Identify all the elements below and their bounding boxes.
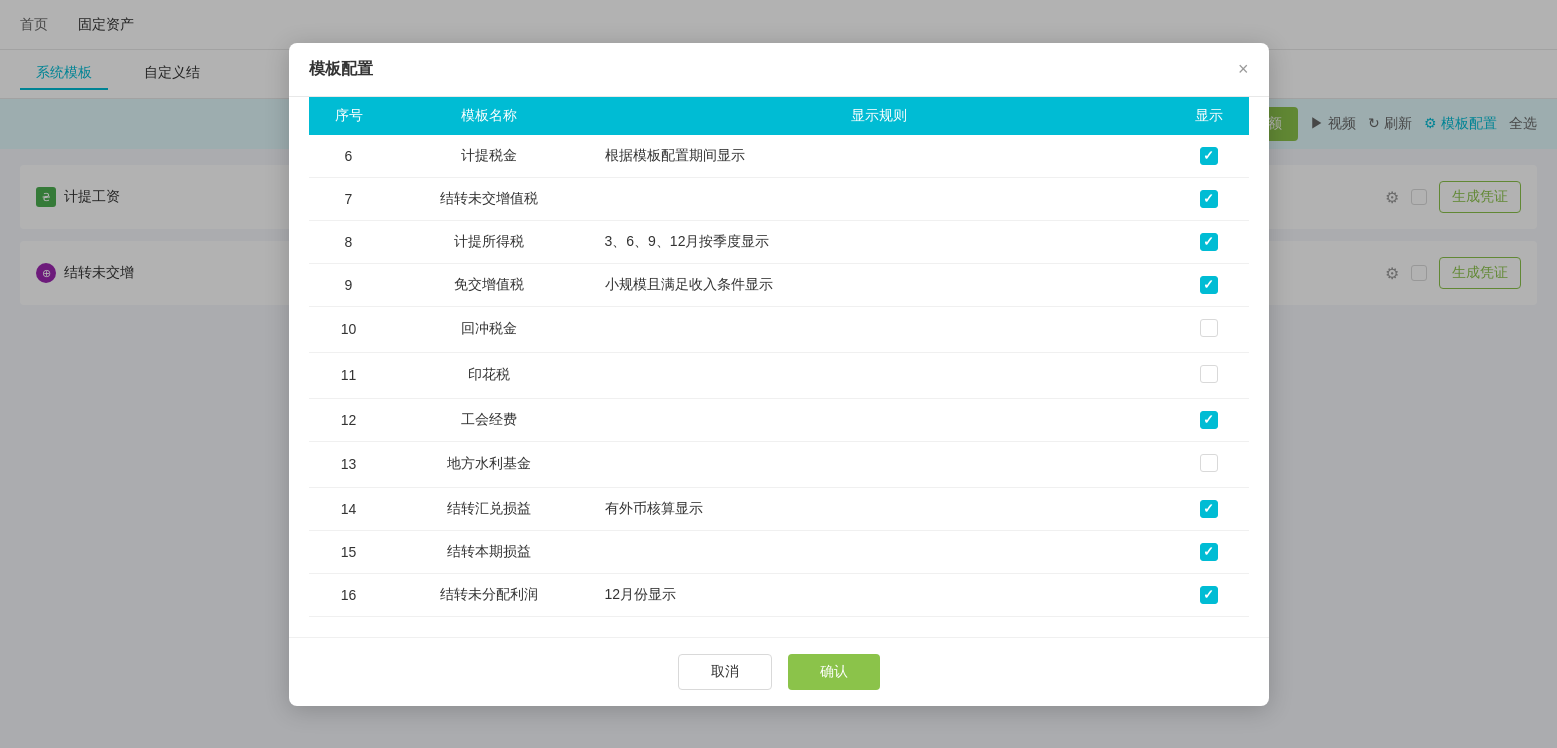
row-id-16: 16 (309, 573, 389, 616)
col-header-id: 序号 (309, 97, 389, 135)
row-rule-11 (589, 352, 1169, 398)
table-row: 16结转未分配利润12月份显示 (309, 573, 1249, 616)
modal-body[interactable]: 序号 模板名称 显示规则 显示 6计提税金根据模板配置期间显示7结转未交增值税8… (289, 97, 1269, 637)
checkbox-7[interactable] (1200, 190, 1218, 208)
col-header-rule: 显示规则 (589, 97, 1169, 135)
row-name-7: 结转未交增值税 (389, 177, 589, 220)
table-row: 14结转汇兑损益有外币核算显示 (309, 487, 1249, 530)
row-show-12[interactable] (1169, 398, 1249, 441)
modal-footer: 取消 确认 (289, 637, 1269, 706)
cancel-button[interactable]: 取消 (678, 654, 772, 690)
row-name-6: 计提税金 (389, 135, 589, 178)
row-rule-7 (589, 177, 1169, 220)
row-id-10: 10 (309, 306, 389, 352)
template-config-modal: 模板配置 × 序号 模板名称 显示规则 显示 6计提税金根据模板配置期间显示7结… (289, 43, 1269, 706)
table-row: 11印花税 (309, 352, 1249, 398)
row-id-11: 11 (309, 352, 389, 398)
row-rule-6: 根据模板配置期间显示 (589, 135, 1169, 178)
checkbox-8[interactable] (1200, 233, 1218, 251)
config-table: 序号 模板名称 显示规则 显示 6计提税金根据模板配置期间显示7结转未交增值税8… (309, 97, 1249, 617)
row-rule-12 (589, 398, 1169, 441)
row-name-16: 结转未分配利润 (389, 573, 589, 616)
checkbox-16[interactable] (1200, 586, 1218, 604)
checkbox-15[interactable] (1200, 543, 1218, 561)
table-row: 12工会经费 (309, 398, 1249, 441)
row-show-7[interactable] (1169, 177, 1249, 220)
row-rule-8: 3、6、9、12月按季度显示 (589, 220, 1169, 263)
row-id-12: 12 (309, 398, 389, 441)
confirm-button[interactable]: 确认 (788, 654, 880, 690)
row-id-8: 8 (309, 220, 389, 263)
col-header-name: 模板名称 (389, 97, 589, 135)
row-name-12: 工会经费 (389, 398, 589, 441)
table-row: 7结转未交增值税 (309, 177, 1249, 220)
row-name-8: 计提所得税 (389, 220, 589, 263)
row-rule-10 (589, 306, 1169, 352)
row-name-15: 结转本期损益 (389, 530, 589, 573)
row-rule-15 (589, 530, 1169, 573)
checkbox-9[interactable] (1200, 276, 1218, 294)
row-name-11: 印花税 (389, 352, 589, 398)
row-name-14: 结转汇兑损益 (389, 487, 589, 530)
modal-header: 模板配置 × (289, 43, 1269, 97)
checkbox-11[interactable] (1200, 365, 1218, 383)
checkbox-10[interactable] (1200, 319, 1218, 337)
checkbox-6[interactable] (1200, 147, 1218, 165)
row-show-13[interactable] (1169, 441, 1249, 487)
table-row: 9免交增值税小规模且满足收入条件显示 (309, 263, 1249, 306)
modal-title: 模板配置 (309, 59, 373, 80)
row-show-15[interactable] (1169, 530, 1249, 573)
row-id-7: 7 (309, 177, 389, 220)
row-show-8[interactable] (1169, 220, 1249, 263)
row-show-14[interactable] (1169, 487, 1249, 530)
row-id-6: 6 (309, 135, 389, 178)
row-rule-16: 12月份显示 (589, 573, 1169, 616)
row-id-9: 9 (309, 263, 389, 306)
table-body: 6计提税金根据模板配置期间显示7结转未交增值税8计提所得税3、6、9、12月按季… (309, 135, 1249, 617)
row-rule-14: 有外币核算显示 (589, 487, 1169, 530)
row-id-14: 14 (309, 487, 389, 530)
row-name-9: 免交增值税 (389, 263, 589, 306)
table-row: 6计提税金根据模板配置期间显示 (309, 135, 1249, 178)
table-row: 15结转本期损益 (309, 530, 1249, 573)
row-show-11[interactable] (1169, 352, 1249, 398)
row-rule-9: 小规模且满足收入条件显示 (589, 263, 1169, 306)
row-name-10: 回冲税金 (389, 306, 589, 352)
modal-close-button[interactable]: × (1238, 60, 1249, 78)
row-show-6[interactable] (1169, 135, 1249, 178)
row-show-16[interactable] (1169, 573, 1249, 616)
checkbox-12[interactable] (1200, 411, 1218, 429)
col-header-show: 显示 (1169, 97, 1249, 135)
table-row: 8计提所得税3、6、9、12月按季度显示 (309, 220, 1249, 263)
row-rule-13 (589, 441, 1169, 487)
modal-overlay: 模板配置 × 序号 模板名称 显示规则 显示 6计提税金根据模板配置期间显示7结… (0, 0, 1557, 748)
checkbox-13[interactable] (1200, 454, 1218, 472)
row-id-15: 15 (309, 530, 389, 573)
row-show-10[interactable] (1169, 306, 1249, 352)
table-header: 序号 模板名称 显示规则 显示 (309, 97, 1249, 135)
row-name-13: 地方水利基金 (389, 441, 589, 487)
row-id-13: 13 (309, 441, 389, 487)
row-show-9[interactable] (1169, 263, 1249, 306)
table-row: 13地方水利基金 (309, 441, 1249, 487)
checkbox-14[interactable] (1200, 500, 1218, 518)
table-row: 10回冲税金 (309, 306, 1249, 352)
